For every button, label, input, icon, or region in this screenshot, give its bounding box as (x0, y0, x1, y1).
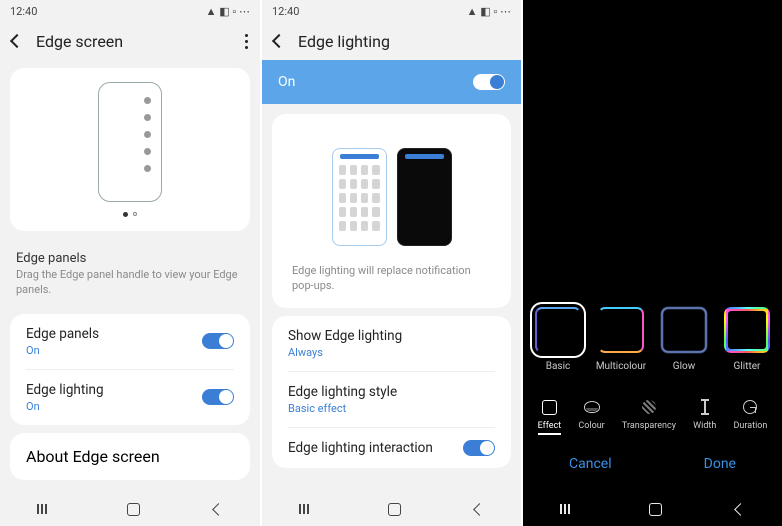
control-colour[interactable]: Colour (578, 398, 604, 435)
lighting-preview (288, 128, 495, 258)
effect-label: Basic (531, 361, 585, 372)
nav-recent-icon[interactable] (560, 504, 576, 514)
section-label: Edge panels (0, 239, 260, 268)
toggle-interaction[interactable] (463, 440, 495, 456)
header: Edge lighting (262, 22, 521, 60)
control-width[interactable]: Width (693, 398, 716, 435)
row-lighting-style[interactable]: Edge lighting style Basic effect (288, 371, 495, 427)
row-lighting-interaction[interactable]: Edge lighting interaction (288, 427, 495, 468)
effect-icon (542, 400, 557, 415)
control-effect[interactable]: Effect (538, 398, 562, 435)
preview-desc: Edge lighting will replace notification … (288, 258, 495, 294)
effect-label: Multicolour (594, 361, 648, 372)
nav-recent-icon[interactable] (299, 504, 315, 514)
row-label: Edge lighting style (288, 384, 397, 400)
row-label: Edge panels (26, 326, 99, 342)
nav-bar (0, 492, 260, 526)
effect-glitter[interactable]: Glitter (720, 304, 774, 372)
done-button[interactable]: Done (684, 450, 756, 478)
control-duration[interactable]: Duration (734, 398, 768, 435)
control-transparency[interactable]: Transparency (622, 398, 676, 435)
action-row: Cancel Done (523, 450, 782, 478)
toggle-master[interactable] (473, 74, 505, 90)
effects-strip: Basic Multicolour Glow Glitter (523, 300, 782, 376)
status-icons: ▲ ◧ ▫ ⋯ (206, 5, 250, 18)
control-label: Effect (538, 421, 562, 435)
row-sub: Basic effect (288, 402, 397, 415)
width-icon (704, 399, 706, 415)
nav-home-icon[interactable] (649, 503, 662, 516)
nav-back-icon[interactable] (734, 503, 747, 516)
row-sub: On (26, 400, 104, 413)
pager-dots[interactable] (123, 212, 137, 217)
row-edge-panels[interactable]: Edge panels On (26, 314, 234, 369)
effect-glow[interactable]: Glow (657, 304, 711, 372)
row-sub: On (26, 344, 99, 357)
phone-outline-icon (98, 82, 162, 202)
control-label: Width (693, 421, 716, 431)
page-title: Edge screen (36, 32, 123, 51)
row-label: About Edge screen (26, 447, 234, 466)
row-label: Edge lighting (26, 382, 104, 398)
back-icon[interactable] (10, 34, 24, 48)
nav-home-icon[interactable] (127, 503, 140, 516)
nav-back-icon[interactable] (473, 503, 486, 516)
nav-bar (523, 492, 782, 526)
row-label: Edge lighting interaction (288, 440, 433, 456)
clock-icon (743, 400, 757, 414)
row-edge-lighting[interactable]: Edge lighting On (26, 369, 234, 425)
control-label: Transparency (622, 421, 676, 431)
row-about[interactable]: About Edge screen (10, 433, 250, 480)
toggle-edge-panels[interactable] (202, 333, 234, 349)
header: Edge screen (0, 22, 260, 60)
edge-panel-preview (10, 68, 250, 231)
control-label: Colour (578, 421, 604, 431)
page-title: Edge lighting (298, 32, 390, 51)
effect-multicolour[interactable]: Multicolour (594, 304, 648, 372)
status-bar: 12:40 ▲ ◧ ▫ ⋯ (0, 0, 260, 22)
nav-home-icon[interactable] (388, 503, 401, 516)
more-icon[interactable] (245, 34, 248, 49)
nav-bar (262, 492, 521, 526)
status-bar: 12:40 ▲ ◧ ▫ ⋯ (262, 0, 521, 22)
row-sub: Always (288, 346, 402, 359)
toggle-label: On (278, 74, 295, 90)
palette-icon (584, 401, 600, 413)
transparency-icon (642, 400, 656, 414)
toggle-edge-lighting[interactable] (202, 389, 234, 405)
nav-back-icon[interactable] (212, 503, 225, 516)
cancel-button[interactable]: Cancel (549, 450, 632, 478)
nav-recent-icon[interactable] (37, 504, 53, 514)
effect-basic[interactable]: Basic (531, 304, 585, 372)
effect-label: Glitter (720, 361, 774, 372)
section-desc: Drag the Edge panel handle to view your … (0, 268, 260, 306)
status-time: 12:40 (272, 5, 299, 18)
back-icon[interactable] (272, 34, 286, 48)
row-show-lighting[interactable]: Show Edge lighting Always (288, 316, 495, 371)
status-time: 12:40 (10, 5, 37, 18)
controls-strip: Effect Colour Transparency Width Duratio… (523, 394, 782, 439)
control-label: Duration (734, 421, 768, 431)
phone-light-icon (332, 148, 387, 246)
status-icons: ▲ ◧ ▫ ⋯ (467, 5, 511, 18)
phone-dark-icon (397, 148, 452, 246)
effect-label: Glow (657, 361, 711, 372)
row-label: Show Edge lighting (288, 328, 402, 344)
master-toggle-row[interactable]: On (262, 60, 521, 104)
